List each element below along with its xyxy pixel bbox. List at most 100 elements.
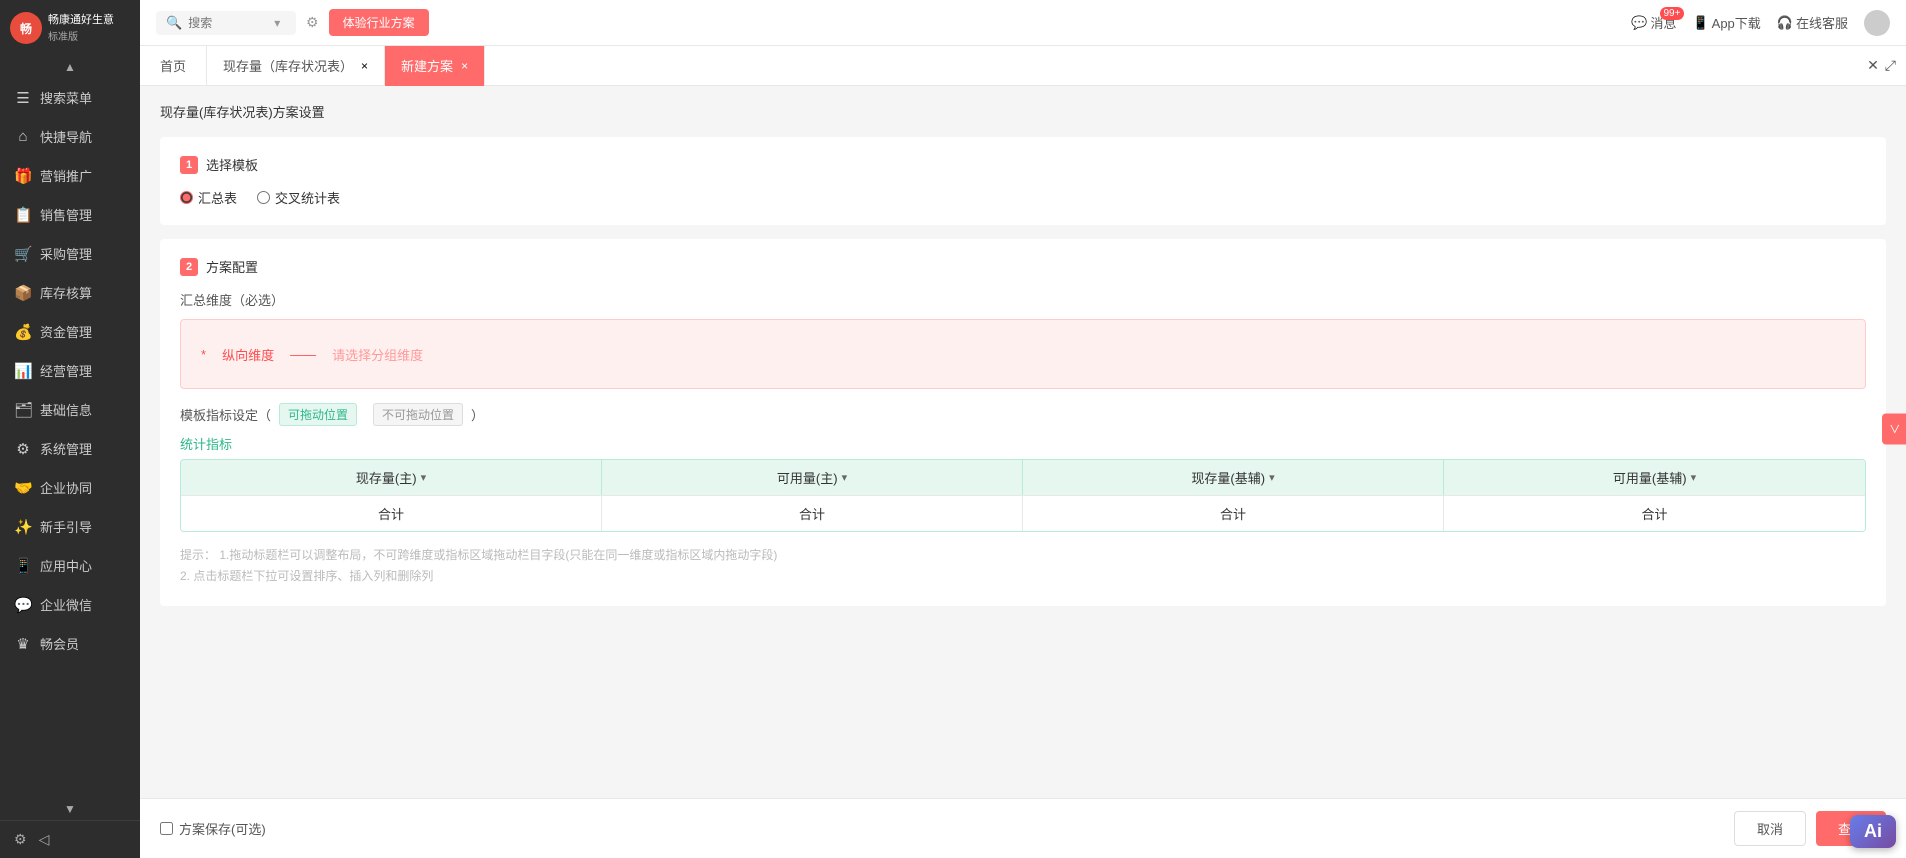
tab-inventory-close[interactable]: ×: [357, 60, 368, 72]
step2-card: 2 方案配置 汇总维度（必选） * 纵向维度 —— 请选择分组维度 模板指标设定…: [160, 239, 1886, 606]
ai-fab-button[interactable]: Ai: [1850, 815, 1896, 848]
radio-cross-label: 交叉统计表: [275, 188, 340, 207]
guide-icon: ✨: [14, 518, 32, 536]
non-draggable-tag: 不可拖动位置: [373, 403, 463, 426]
indicator-close: ）: [471, 405, 484, 424]
app-download-label: App下载: [1712, 13, 1761, 32]
tips-section: 提示： 1.拖动标题栏可以调整布局，不可跨维度或指标区域拖动栏目字段(只能在同一…: [180, 546, 1866, 584]
tab-close-window[interactable]: ✕: [1867, 57, 1879, 74]
tab-inventory-status[interactable]: 现存量（库存状况表） ×: [207, 46, 385, 86]
message-button[interactable]: 💬 消息 99+: [1631, 13, 1676, 32]
chevron-down-icon-1: ▾: [421, 471, 427, 484]
app-center-icon: 📱: [14, 557, 32, 575]
tab-home-label: 首页: [160, 56, 186, 75]
purchase-icon: 🛒: [14, 245, 32, 263]
col-header-1[interactable]: 现存量(主) ▾: [181, 460, 602, 495]
settings-button[interactable]: ⚙: [14, 831, 27, 848]
search-icon: 🔍: [166, 15, 182, 31]
service-label: 在线客服: [1796, 13, 1848, 32]
sidebar-label-app-center: 应用中心: [40, 556, 92, 575]
sidebar-label-cooperation: 企业协同: [40, 478, 92, 497]
chevron-down-icon-2: ▾: [842, 471, 848, 484]
sidebar-nav: ☰ 搜索菜单 ⌂ 快捷导航 🎁 营销推广 📋 销售管理 🛒 采购管理 📦 库存核…: [0, 78, 140, 798]
finance-icon: 💰: [14, 323, 32, 341]
sidebar-item-search-menu[interactable]: ☰ 搜索菜单: [0, 78, 140, 117]
sidebar-item-finance[interactable]: 💰 资金管理: [0, 312, 140, 351]
sidebar-item-basic-info[interactable]: 🗂 基础信息: [0, 390, 140, 429]
sidebar-item-operations[interactable]: 📊 经营管理: [0, 351, 140, 390]
sidebar-bottom: ⚙ ◁: [0, 820, 140, 858]
indicator-config-text: 模板指标设定（: [180, 405, 271, 424]
sidebar-scroll-down[interactable]: ▼: [0, 798, 140, 820]
service-button[interactable]: 🎧 在线客服: [1777, 13, 1848, 32]
radio-summary[interactable]: 汇总表: [180, 188, 237, 207]
dim-arrow-icon: ——: [290, 347, 316, 362]
step1-header: 1 选择模板: [180, 155, 1866, 174]
sidebar-item-marketing[interactable]: 🎁 营销推广: [0, 156, 140, 195]
step2-title: 方案配置: [206, 257, 258, 276]
draggable-tag: 可拖动位置: [279, 403, 357, 426]
sidebar-label-quick-nav: 快捷导航: [40, 127, 92, 146]
sidebar-label-operations: 经营管理: [40, 361, 92, 380]
radio-summary-label: 汇总表: [198, 188, 237, 207]
sidebar-label-finance: 资金管理: [40, 322, 92, 341]
sidebar-item-system[interactable]: ⚙ 系统管理: [0, 429, 140, 468]
sidebar-label-basic-info: 基础信息: [40, 400, 92, 419]
cooperation-icon: 🤝: [14, 479, 32, 497]
save-checkbox-input[interactable]: [160, 822, 173, 835]
trial-button[interactable]: 体验行业方案: [329, 9, 429, 36]
app-name: 畅康通好生意: [48, 13, 114, 27]
step1-title: 选择模板: [206, 155, 258, 174]
tab-new-scheme[interactable]: 新建方案 ×: [385, 46, 485, 86]
col-summary-4: 合计: [1444, 495, 1865, 531]
search-box[interactable]: 🔍 ▾: [156, 11, 296, 35]
enterprise-wechat-icon: 💬: [14, 596, 32, 614]
col-label-2: 可用量(主): [777, 468, 838, 487]
sidebar-item-cooperation[interactable]: 🤝 企业协同: [0, 468, 140, 507]
sidebar-item-guide[interactable]: ✨ 新手引导: [0, 507, 140, 546]
cancel-button[interactable]: 取消: [1734, 811, 1806, 846]
app-logo: 畅 畅康通好生意 标准版: [0, 0, 140, 56]
tab-expand[interactable]: ⤢: [1885, 57, 1896, 74]
sidebar-label-sales: 销售管理: [40, 205, 92, 224]
col-summary-1: 合计: [181, 495, 602, 531]
search-chevron-icon: ▾: [274, 16, 280, 30]
gear-icon[interactable]: ⚙: [306, 14, 319, 31]
save-checkbox[interactable]: 方案保存(可选): [160, 819, 266, 838]
radio-cross[interactable]: 交叉统计表: [257, 188, 340, 207]
sidebar-item-enterprise-wechat[interactable]: 💬 企业微信: [0, 585, 140, 624]
sidebar-item-app-center[interactable]: 📱 应用中心: [0, 546, 140, 585]
sidebar-label-vip: 畅会员: [40, 634, 79, 653]
step1-card: 1 选择模板 汇总表 交叉统计表: [160, 137, 1886, 225]
right-tab-handle[interactable]: ＞: [1882, 414, 1906, 445]
col-label-1: 现存量(主): [356, 468, 417, 487]
radio-summary-input[interactable]: [180, 191, 193, 204]
tab-new-scheme-close[interactable]: ×: [457, 60, 468, 72]
sidebar-label-system: 系统管理: [40, 439, 92, 458]
sidebar-item-quick-nav[interactable]: ⌂ 快捷导航: [0, 117, 140, 156]
dim-selector[interactable]: * 纵向维度 —— 请选择分组维度: [180, 319, 1866, 389]
dim-placeholder: 请选择分组维度: [332, 345, 423, 364]
sidebar-item-inventory[interactable]: 📦 库存核算: [0, 273, 140, 312]
col-header-2[interactable]: 可用量(主) ▾: [602, 460, 1023, 495]
sidebar-item-vip[interactable]: ♛ 畅会员: [0, 624, 140, 663]
indicator-config: 模板指标设定（ 可拖动位置 不可拖动位置 ） 统计指标 现存量(主) ▾ 可用: [180, 403, 1866, 532]
app-download-button[interactable]: 📱 App下载: [1692, 13, 1760, 32]
chevron-down-icon-3: ▾: [1269, 471, 1275, 484]
speaker-button[interactable]: ◁: [39, 831, 50, 848]
avatar[interactable]: [1864, 10, 1890, 36]
radio-cross-input[interactable]: [257, 191, 270, 204]
tab-new-scheme-label: 新建方案: [401, 56, 453, 75]
col-header-3[interactable]: 现存量(基辅) ▾: [1023, 460, 1444, 495]
tab-home[interactable]: 首页: [140, 46, 207, 86]
required-mark: *: [201, 347, 206, 362]
col-header-4[interactable]: 可用量(基辅) ▾: [1444, 460, 1865, 495]
system-icon: ⚙: [14, 440, 32, 458]
search-input[interactable]: [188, 16, 268, 30]
col-label-3: 现存量(基辅): [1191, 468, 1265, 487]
sidebar-item-sales[interactable]: 📋 销售管理: [0, 195, 140, 234]
footer-bar: 方案保存(可选) 取消 查询: [140, 798, 1906, 858]
sidebar-item-purchase[interactable]: 🛒 采购管理: [0, 234, 140, 273]
stats-table-header: 现存量(主) ▾ 可用量(主) ▾ 现存量(基辅) ▾ 可用量(基辅): [181, 460, 1865, 495]
sidebar-scroll-up[interactable]: ▲: [0, 56, 140, 78]
